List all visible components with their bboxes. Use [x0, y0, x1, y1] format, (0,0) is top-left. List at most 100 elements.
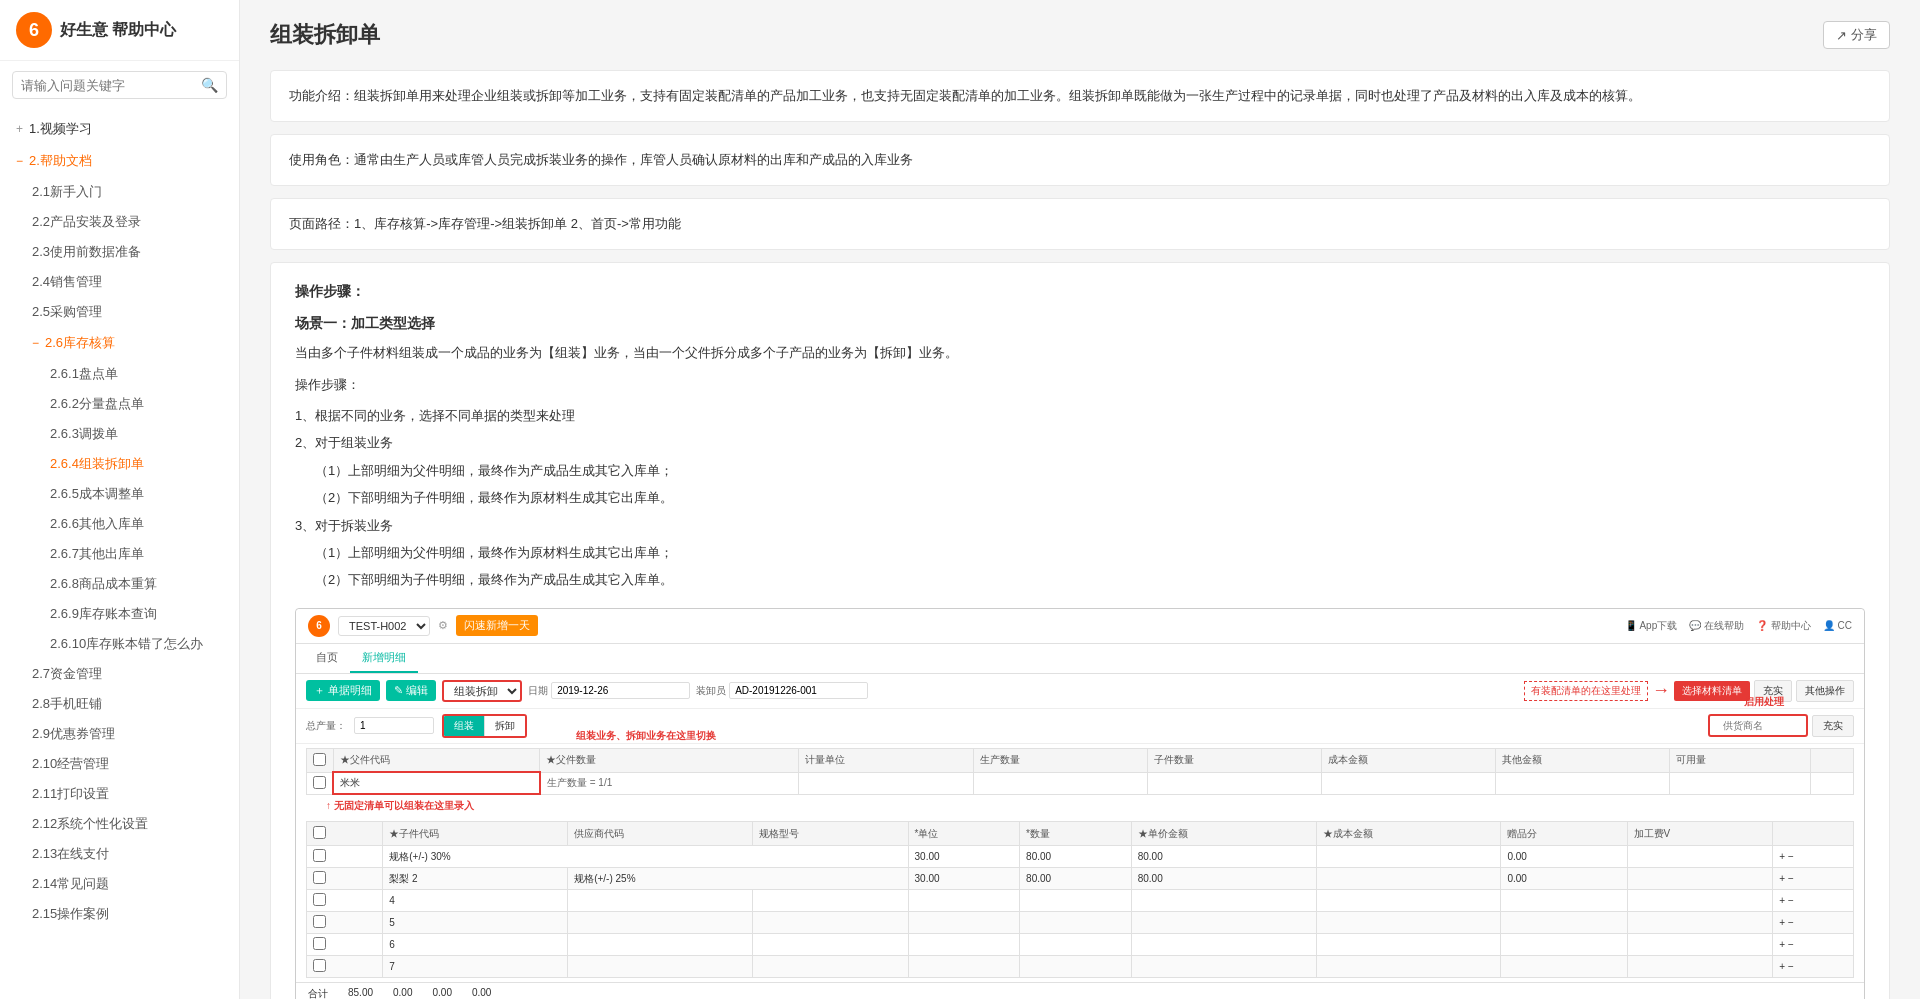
sidebar-item-2-6[interactable]: − 2.6库存核算: [0, 327, 239, 359]
search-box[interactable]: 🔍: [12, 71, 227, 99]
sidebar-item-2-6-8[interactable]: 2.6.8商品成本重算: [0, 569, 239, 599]
scene1-desc: 当由多个子件材料组装成一个成品的业务为【组装】业务，当由一个父件拆分成多个子产品…: [295, 341, 1865, 364]
mock-supplier-input[interactable]: [1718, 718, 1798, 733]
mock-type-row: 总产量： 组装 拆卸 组装业务、拆卸业务在这里切换: [296, 709, 1864, 744]
child-row-6: 7 + −: [307, 956, 1854, 978]
footer-val-3: 0.00: [433, 987, 452, 999]
info-block-1: 功能介绍：组装拆卸单用来处理企业组装或拆卸等加工业务，支持有固定装配清单的产品加…: [270, 70, 1890, 122]
th-gift: 赠品分: [1501, 822, 1627, 846]
th-parent-qty: ★父件数量: [540, 748, 799, 772]
child-row-4: 5 + −: [307, 912, 1854, 934]
mock-qty-input[interactable]: [354, 717, 434, 734]
annotation-bottom: ↑ 无固定清单可以组装在这里录入: [306, 799, 1854, 813]
ops-title: 操作步骤：: [295, 283, 1865, 301]
mock-btn-row: ＋ 单据明细 ✎ 编辑 组装拆卸 组装 拆卸 日期: [296, 674, 1864, 709]
th-ops: [1811, 748, 1854, 772]
mock-tab-new[interactable]: 新增明细: [350, 644, 418, 673]
mock-footer: 合计 85.00 0.00 0.00 0.00: [296, 982, 1864, 999]
mock-date-input[interactable]: [551, 682, 690, 699]
th-check: [307, 748, 334, 772]
steps-label: 操作步骤：: [295, 373, 1865, 396]
main-content: 组装拆卸单 ↗ 分享 功能介绍：组装拆卸单用来处理企业组装或拆卸等加工业务，支持…: [240, 0, 1920, 999]
sidebar-item-2-4[interactable]: 2.4销售管理: [0, 267, 239, 297]
sidebar-item-2-6-10[interactable]: 2.6.10库存账本错了怎么办: [0, 629, 239, 659]
screenshot: 6 TEST-H002 ⚙ 闪速新增一天 📱 App下载 💬 在线帮助 ❓ 帮助…: [295, 608, 1865, 999]
share-button[interactable]: ↗ 分享: [1823, 21, 1890, 49]
mock-help-center: ❓ 帮助中心: [1756, 619, 1811, 633]
sidebar-item-2-6-7[interactable]: 2.6.7其他出库单: [0, 539, 239, 569]
select-all-check[interactable]: [313, 753, 326, 766]
sidebar-item-2-9[interactable]: 2.9优惠券管理: [0, 719, 239, 749]
sidebar-item-2-6-2[interactable]: 2.6.2分量盘点单: [0, 389, 239, 419]
step1: 1、根据不同的业务，选择不同单据的类型来处理: [295, 404, 1865, 427]
mock-new-btn[interactable]: 闪速新增一天: [456, 615, 538, 636]
sidebar-item-2-6-4[interactable]: 2.6.4组装拆卸单: [0, 449, 239, 479]
footer-val-2: 0.00: [393, 987, 412, 999]
sidebar-item-2-6-1[interactable]: 2.6.1盘点单: [0, 359, 239, 389]
mock-save-btn[interactable]: ＋ 单据明细: [306, 680, 380, 701]
th-avail: 可用量: [1669, 748, 1810, 772]
mock-edit-btn[interactable]: ✎ 编辑: [386, 680, 436, 701]
sidebar-item-2-8[interactable]: 2.8手机旺铺: [0, 689, 239, 719]
parent-code-1: 米米: [333, 772, 540, 794]
mock-no-field: 装卸员: [696, 682, 868, 699]
sidebar-item-2-6-5[interactable]: 2.6.5成本调整单: [0, 479, 239, 509]
mock-topbar: 6 TEST-H002 ⚙ 闪速新增一天 📱 App下载 💬 在线帮助 ❓ 帮助…: [296, 609, 1864, 644]
ops-section: 操作步骤： 场景一：加工类型选择 当由多个子件材料组装成一个成品的业务为【组装】…: [270, 262, 1890, 999]
step3-2: （2）下部明细为子件明细，最终作为产成品生成其它入库单。: [295, 568, 1865, 591]
mock-lower-table: ★子件代码 供应商代码 规格型号 *单位 *数量 ★单价金额 ★成本金额 赠品分…: [306, 821, 1854, 978]
select-all-child[interactable]: [313, 826, 326, 839]
sidebar-item-1[interactable]: + 1.视频学习: [0, 113, 239, 145]
mock-navtabs: 自页 新增明细: [296, 644, 1864, 674]
sidebar-item-2-2[interactable]: 2.2产品安装及登录: [0, 207, 239, 237]
mock-tab-assemble[interactable]: 组装: [444, 716, 484, 736]
minus-icon: −: [16, 154, 23, 168]
sidebar-item-2-10[interactable]: 2.10经营管理: [0, 749, 239, 779]
table-row: 米米 生产数量 = 1/1: [307, 772, 1854, 794]
sidebar-item-2-7[interactable]: 2.7资金管理: [0, 659, 239, 689]
info-text-2: 使用角色：通常由生产人员或库管人员完成拆装业务的操作，库管人员确认原材料的出库和…: [289, 152, 913, 167]
step3: 3、对于拆装业务: [295, 514, 1865, 537]
mock-enable-input: [1708, 714, 1808, 737]
mock-cc: 👤 CC: [1823, 620, 1852, 631]
mock-add-row-btn[interactable]: 充实: [1812, 715, 1854, 737]
mock-content: ＋ 单据明细 ✎ 编辑 组装拆卸 组装 拆卸 日期: [296, 674, 1864, 999]
th-supplier: 供应商代码: [568, 822, 753, 846]
mock-tab-disassemble[interactable]: 拆卸: [484, 716, 525, 736]
mock-no-input[interactable]: [729, 682, 868, 699]
sidebar-item-2-6-9[interactable]: 2.6.9库存账本查询: [0, 599, 239, 629]
mock-tab-home[interactable]: 自页: [304, 644, 350, 673]
sidebar-item-2-6-3[interactable]: 2.6.3调拨单: [0, 419, 239, 449]
sidebar-item-2-6-6[interactable]: 2.6.6其他入库单: [0, 509, 239, 539]
mock-bom-btn[interactable]: 选择材料清单: [1674, 681, 1750, 701]
search-input[interactable]: [21, 78, 201, 93]
sidebar-item-2[interactable]: − 2.帮助文档: [0, 145, 239, 177]
mock-company-select[interactable]: TEST-H002: [338, 616, 430, 636]
sidebar-item-2-5[interactable]: 2.5采购管理: [0, 297, 239, 327]
mock-qty-label: 总产量：: [306, 719, 346, 733]
sidebar-item-2-13[interactable]: 2.13在线支付: [0, 839, 239, 869]
row-check-1[interactable]: [313, 776, 326, 789]
sidebar-item-2-12[interactable]: 2.12系统个性化设置: [0, 809, 239, 839]
sidebar-item-2-14[interactable]: 2.14常见问题: [0, 869, 239, 899]
mock-type-select[interactable]: 组装拆卸 组装 拆卸: [442, 680, 522, 702]
sidebar: 6 好生意 帮助中心 🔍 + 1.视频学习 − 2.帮助文档 2.1新手入门 2…: [0, 0, 240, 999]
sidebar-item-2-3[interactable]: 2.3使用前数据准备: [0, 237, 239, 267]
mock-help-online: 💬 在线帮助: [1689, 619, 1744, 633]
mock-type-tabs: 组装 拆卸: [442, 714, 527, 738]
th-child-qty: 子件数量: [1147, 748, 1321, 772]
app-name: 好生意 帮助中心: [60, 20, 176, 41]
mock-settings-icon: ⚙: [438, 619, 448, 632]
sidebar-item-2-1[interactable]: 2.1新手入门: [0, 177, 239, 207]
footer-total-label: 合计: [308, 987, 328, 999]
search-icon[interactable]: 🔍: [201, 77, 218, 93]
sidebar-item-2-15[interactable]: 2.15操作案例: [0, 899, 239, 929]
annotation-enable: 启用处理: [1744, 695, 1784, 709]
child-row-5: 6 + −: [307, 934, 1854, 956]
share-icon: ↗: [1836, 28, 1847, 43]
mock-other-btn[interactable]: 其他操作: [1796, 680, 1854, 702]
th-other: 其他金额: [1495, 748, 1669, 772]
sidebar-item-2-11[interactable]: 2.11打印设置: [0, 779, 239, 809]
mock-icon-row: 📱 App下载 💬 在线帮助 ❓ 帮助中心 👤 CC: [1625, 619, 1852, 633]
th-cost: 成本金额: [1321, 748, 1495, 772]
